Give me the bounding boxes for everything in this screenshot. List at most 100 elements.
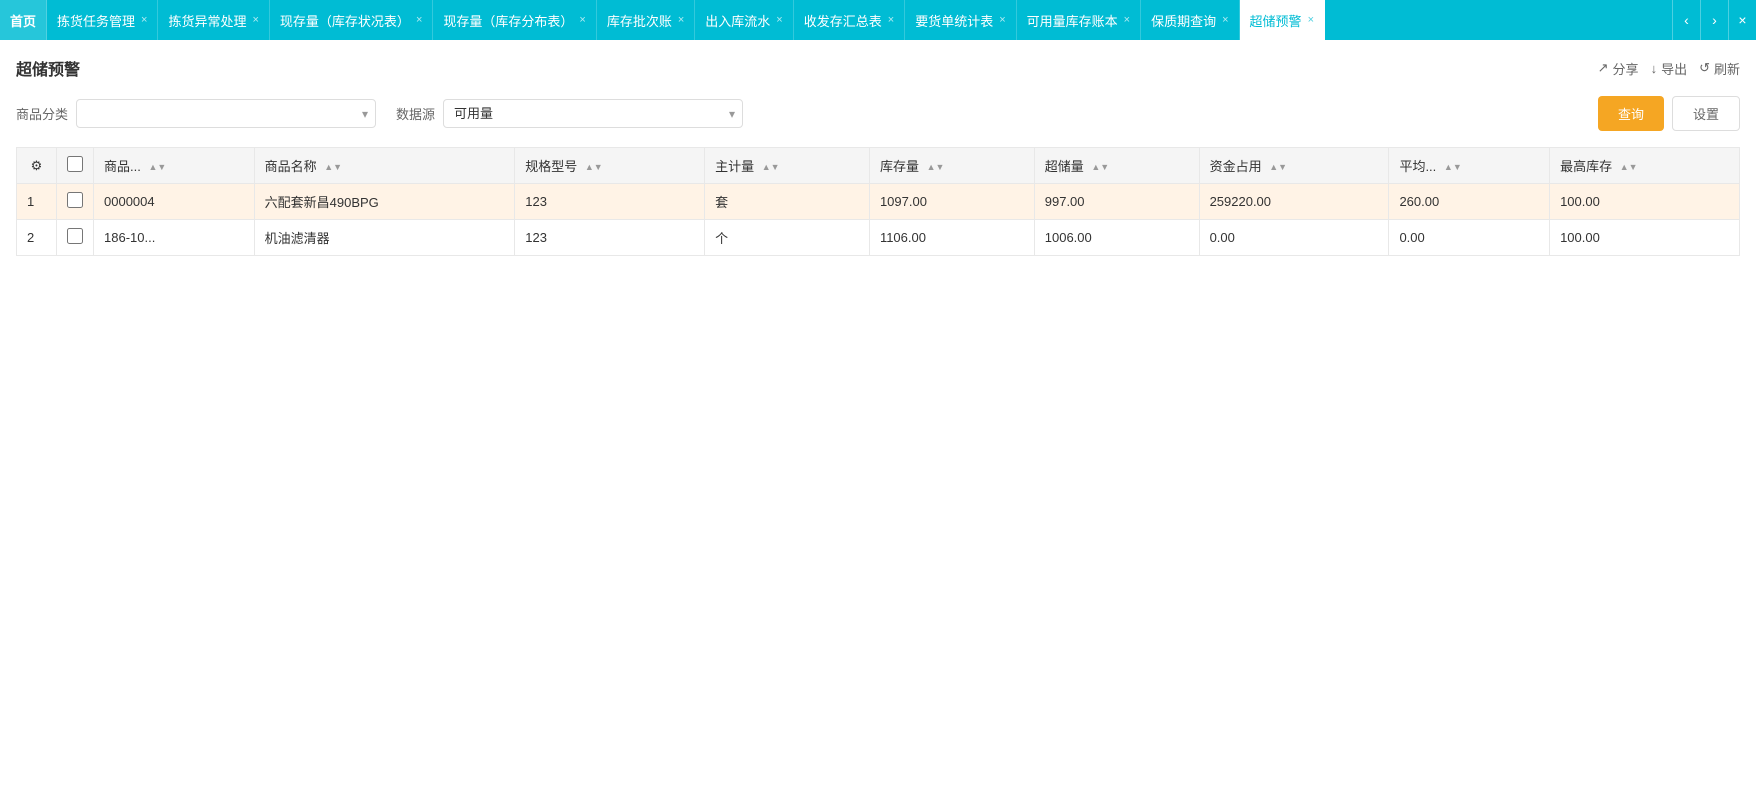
nav-close-available-account[interactable]: × — [1124, 14, 1130, 26]
nav-arrow-left[interactable]: ‹ — [1672, 0, 1700, 40]
cell-unit-0: 套 — [705, 184, 870, 220]
datasource-select[interactable]: 可用量 库存量 — [443, 99, 743, 128]
category-select[interactable] — [76, 99, 376, 128]
nav-label-expiry-query: 保质期查询 — [1151, 11, 1216, 30]
row-checkbox-0[interactable] — [67, 192, 83, 208]
col-header-avg[interactable]: 平均... ▲▼ — [1389, 148, 1550, 184]
nav-item-batch-account[interactable]: 库存批次账 × — [597, 0, 695, 40]
page-header: 超储预警 ↗ 分享 ↓ 导出 ↺ 刷新 — [16, 56, 1740, 80]
cell-overstock-0: 997.00 — [1034, 184, 1199, 220]
cell-checkbox-1[interactable] — [57, 220, 94, 256]
col-header-unit[interactable]: 主计量 ▲▼ — [705, 148, 870, 184]
col-header-stock[interactable]: 库存量 ▲▼ — [869, 148, 1034, 184]
share-button[interactable]: ↗ 分享 — [1598, 59, 1639, 78]
col-header-overstock[interactable]: 超储量 ▲▼ — [1034, 148, 1199, 184]
nav-label-overstock-warning: 超储预警 — [1250, 11, 1302, 30]
nav-label-pick-task: 拣货任务管理 — [57, 11, 135, 30]
cell-checkbox-0[interactable] — [57, 184, 94, 220]
col-label-avg: 平均... — [1399, 159, 1436, 174]
sort-icon-overstock: ▲▼ — [1091, 163, 1109, 172]
nav-item-home[interactable]: 首页 — [0, 0, 47, 40]
nav-close-inventory-status[interactable]: × — [416, 14, 422, 26]
col-header-gear[interactable]: ⚙ — [17, 148, 57, 184]
refresh-label: 刷新 — [1714, 59, 1740, 78]
nav-item-inventory-dist[interactable]: 现存量（库存分布表） × — [433, 0, 596, 40]
nav-arrow-close[interactable]: × — [1728, 0, 1756, 40]
cell-capital-1: 0.00 — [1199, 220, 1389, 256]
cell-name-0: 六配套新昌490BPG — [254, 184, 515, 220]
nav-label-inout-flow: 出入库流水 — [705, 11, 770, 30]
nav-close-expiry-query[interactable]: × — [1222, 14, 1228, 26]
cell-spec-1: 123 — [515, 220, 705, 256]
sort-icon-unit: ▲▼ — [762, 163, 780, 172]
nav-arrow-right[interactable]: › — [1700, 0, 1728, 40]
cell-code-1: 186-10... — [94, 220, 255, 256]
col-header-spec[interactable]: 规格型号 ▲▼ — [515, 148, 705, 184]
nav-close-order-stats[interactable]: × — [999, 14, 1005, 26]
sort-icon-name: ▲▼ — [324, 163, 342, 172]
export-button[interactable]: ↓ 导出 — [1651, 59, 1688, 78]
table-row: 2 186-10... 机油滤清器 123 个 1106.00 1006.00 … — [17, 220, 1740, 256]
sort-icon-maxstock: ▲▼ — [1620, 163, 1638, 172]
col-label-maxstock: 最高库存 — [1560, 159, 1612, 174]
cell-code-0: 0000004 — [94, 184, 255, 220]
col-header-maxstock[interactable]: 最高库存 ▲▼ — [1550, 148, 1740, 184]
share-icon: ↗ — [1598, 60, 1609, 76]
page-title: 超储预警 — [16, 56, 80, 80]
col-header-name[interactable]: 商品名称 ▲▼ — [254, 148, 515, 184]
nav-label-inventory-status: 现存量（库存状况表） — [280, 11, 410, 30]
cell-maxstock-1: 100.00 — [1550, 220, 1740, 256]
filter-bar: 商品分类 ▾ 数据源 可用量 库存量 ▾ 查询 设置 — [16, 96, 1740, 131]
settings-button[interactable]: 设置 — [1672, 96, 1740, 131]
nav-item-overstock-warning[interactable]: 超储预警 × — [1240, 0, 1325, 40]
col-header-capital[interactable]: 资金占用 ▲▼ — [1199, 148, 1389, 184]
nav-item-order-stats[interactable]: 要货单统计表 × — [905, 0, 1016, 40]
page-container: 超储预警 ↗ 分享 ↓ 导出 ↺ 刷新 商品分类 ▾ — [0, 40, 1756, 800]
cell-stock-1: 1106.00 — [869, 220, 1034, 256]
category-filter-label: 商品分类 — [16, 104, 68, 123]
nav-label-receive-summary: 收发存汇总表 — [804, 11, 882, 30]
nav-close-pick-exception[interactable]: × — [252, 14, 258, 26]
nav-label-pick-exception: 拣货异常处理 — [168, 11, 246, 30]
nav-label-available-account: 可用量库存账本 — [1027, 11, 1118, 30]
col-label-capital: 资金占用 — [1210, 159, 1262, 174]
cell-stock-0: 1097.00 — [869, 184, 1034, 220]
nav-label-order-stats: 要货单统计表 — [915, 11, 993, 30]
nav-close-inventory-dist[interactable]: × — [579, 14, 585, 26]
col-label-stock: 库存量 — [880, 159, 919, 174]
nav-close-pick-task[interactable]: × — [141, 14, 147, 26]
cell-name-1: 机油滤清器 — [254, 220, 515, 256]
sort-icon-capital: ▲▼ — [1269, 163, 1287, 172]
nav-item-receive-summary[interactable]: 收发存汇总表 × — [794, 0, 905, 40]
nav-item-available-account[interactable]: 可用量库存账本 × — [1017, 0, 1141, 40]
nav-close-overstock-warning[interactable]: × — [1308, 14, 1314, 26]
table-body: 1 0000004 六配套新昌490BPG 123 套 1097.00 997.… — [17, 184, 1740, 256]
cell-index-1: 2 — [17, 220, 57, 256]
nav-close-inout-flow[interactable]: × — [776, 14, 782, 26]
share-label: 分享 — [1613, 59, 1639, 78]
category-filter-item: 商品分类 ▾ — [16, 99, 376, 128]
col-header-checkbox[interactable] — [57, 148, 94, 184]
nav-item-inout-flow[interactable]: 出入库流水 × — [695, 0, 793, 40]
nav-item-expiry-query[interactable]: 保质期查询 × — [1141, 0, 1239, 40]
export-label: 导出 — [1661, 59, 1687, 78]
select-all-checkbox[interactable] — [67, 156, 83, 172]
nav-close-batch-account[interactable]: × — [678, 14, 684, 26]
table-header-row: ⚙ 商品... ▲▼ 商品名称 ▲▼ 规格型号 ▲▼ — [17, 148, 1740, 184]
col-header-code[interactable]: 商品... ▲▼ — [94, 148, 255, 184]
nav-item-pick-exception[interactable]: 拣货异常处理 × — [158, 0, 269, 40]
nav-close-receive-summary[interactable]: × — [888, 14, 894, 26]
cell-spec-0: 123 — [515, 184, 705, 220]
refresh-button[interactable]: ↺ 刷新 — [1699, 59, 1740, 78]
col-label-code: 商品... — [104, 159, 141, 174]
gear-icon: ⚙ — [31, 158, 43, 174]
sort-icon-spec: ▲▼ — [585, 163, 603, 172]
query-button[interactable]: 查询 — [1598, 96, 1664, 131]
nav-item-inventory-status[interactable]: 现存量（库存状况表） × — [270, 0, 433, 40]
row-checkbox-1[interactable] — [67, 228, 83, 244]
nav-label-home: 首页 — [10, 11, 36, 30]
sort-icon-code: ▲▼ — [148, 163, 166, 172]
col-label-overstock: 超储量 — [1045, 159, 1084, 174]
category-select-wrapper: ▾ — [76, 99, 376, 128]
nav-item-pick-task[interactable]: 拣货任务管理 × — [47, 0, 158, 40]
